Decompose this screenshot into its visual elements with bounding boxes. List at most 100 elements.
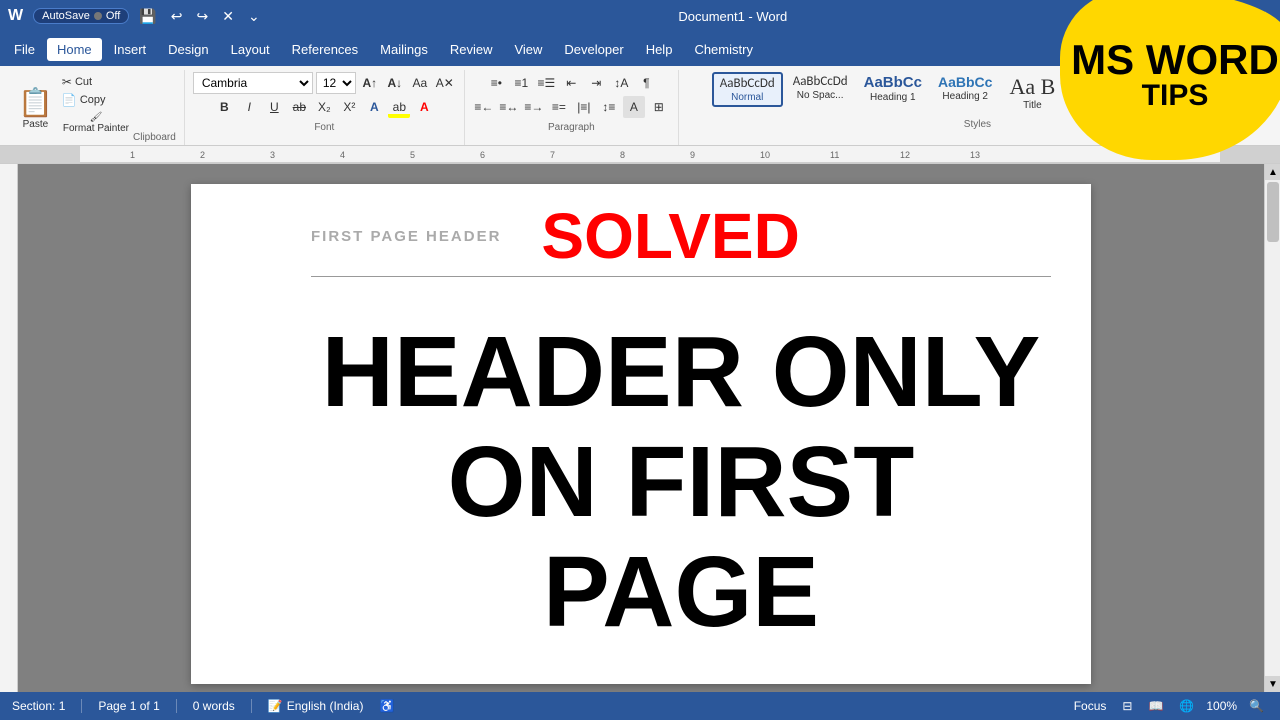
menu-layout[interactable]: Layout xyxy=(221,38,280,61)
read-view-button[interactable]: 📖 xyxy=(1144,697,1167,715)
close-x-icon[interactable]: ✕ xyxy=(218,6,238,27)
window-close-icon[interactable]: ✕ xyxy=(1252,6,1272,27)
search-input[interactable] xyxy=(1098,42,1248,57)
style-title[interactable]: Aa B Title xyxy=(1002,72,1062,113)
minimize-icon[interactable]: ─ xyxy=(1202,6,1220,26)
font-size-select[interactable]: 12 xyxy=(316,72,356,94)
align-center-button[interactable]: ≡↔ xyxy=(498,96,520,118)
style-subtle-em[interactable]: AaBbCcDd Subtle Em... xyxy=(1147,72,1223,103)
shrink-font-button[interactable]: A↓ xyxy=(384,72,406,94)
word-logo-icon: W xyxy=(8,7,23,25)
cut-label: Cut xyxy=(75,76,92,88)
menu-file[interactable]: File xyxy=(4,38,45,61)
autosave-badge[interactable]: AutoSave Off xyxy=(33,8,129,24)
svg-text:12: 12 xyxy=(900,150,910,160)
autosave-label: AutoSave xyxy=(42,10,90,22)
style-subtitle[interactable]: AaBbCcDd Subtitle xyxy=(1066,72,1142,103)
grow-font-button[interactable]: A↑ xyxy=(359,72,381,94)
multilevel-list-button[interactable]: ≡☰ xyxy=(535,72,557,94)
menu-view[interactable]: View xyxy=(504,38,552,61)
font-family-select[interactable]: Cambria xyxy=(193,72,313,94)
increase-indent-button[interactable]: ⇥ xyxy=(585,72,607,94)
page-label: Page 1 of 1 xyxy=(98,699,159,713)
scroll-down-button[interactable]: ▼ xyxy=(1265,676,1280,692)
strikethrough-button[interactable]: ab xyxy=(288,96,310,118)
document-area[interactable]: FIRST PAGE HEADER SOLVED HEADER ONLY ON … xyxy=(18,164,1264,692)
redo-icon[interactable]: ↪ xyxy=(192,6,212,27)
format-painter-button[interactable]: 🖌 Format Painter xyxy=(59,110,133,136)
decrease-indent-button[interactable]: ⇤ xyxy=(560,72,582,94)
scroll-track[interactable] xyxy=(1265,180,1280,676)
case-button[interactable]: Aa xyxy=(409,72,431,94)
style-subtitle-label: Subtitle xyxy=(1088,90,1121,101)
numbered-list-button[interactable]: ≡1 xyxy=(510,72,532,94)
highlight-button[interactable]: ab xyxy=(388,96,410,118)
menu-review[interactable]: Review xyxy=(440,38,503,61)
subscript-button[interactable]: X₂ xyxy=(313,96,335,118)
search-bar[interactable]: 🔍 xyxy=(1068,38,1268,60)
styles-items: AaBbCcDd Normal AaBbCcDd No Spac... AaBb… xyxy=(712,72,1243,117)
clipboard-group: 📋 Paste ✂ Cut 📄 Copy 🖌 Format Painter Cl… xyxy=(4,70,185,145)
align-right-button[interactable]: ≡→ xyxy=(523,96,545,118)
scroll-thumb[interactable] xyxy=(1267,182,1279,242)
underline-button[interactable]: U xyxy=(263,96,285,118)
para-row-1: ≡• ≡1 ≡☰ ⇤ ⇥ ↕A ¶ xyxy=(485,72,657,94)
doc-title: Document1 - Word xyxy=(678,9,787,24)
style-normal-preview: AaBbCcDd xyxy=(720,76,775,92)
section-label: Section: 1 xyxy=(12,699,65,713)
show-marks-button[interactable]: ¶ xyxy=(635,72,657,94)
copy-button[interactable]: 📄 Copy xyxy=(59,92,133,108)
align-left-button[interactable]: ≡← xyxy=(473,96,495,118)
svg-text:2: 2 xyxy=(200,150,205,160)
style-no-space[interactable]: AaBbCcDd No Spac... xyxy=(787,72,854,103)
undo-icon[interactable]: ↩ xyxy=(167,6,187,27)
restore-icon[interactable]: □ xyxy=(1228,6,1244,26)
superscript-button[interactable]: X² xyxy=(338,96,360,118)
line-spacing-button[interactable]: ↕≡ xyxy=(598,96,620,118)
zoom-button[interactable]: 🔍 xyxy=(1245,697,1268,715)
menu-references[interactable]: References xyxy=(282,38,368,61)
title-bar-left: W AutoSave Off 💾 ↩ ↪ ✕ ⌄ xyxy=(8,6,264,27)
styles-scroll-button[interactable]: ▲ ▼ ⊞ xyxy=(1227,72,1243,117)
font-color-button[interactable]: A xyxy=(413,96,435,118)
svg-text:5: 5 xyxy=(410,150,415,160)
font-row-1: Cambria 12 A↑ A↓ Aa A✕ xyxy=(193,72,456,94)
style-heading1[interactable]: AaBbCc Heading 1 xyxy=(858,72,928,105)
clear-format-button[interactable]: A✕ xyxy=(434,72,456,94)
menu-mailings[interactable]: Mailings xyxy=(370,38,438,61)
text-effect-button[interactable]: A xyxy=(363,96,385,118)
vertical-scrollbar[interactable]: ▲ ▼ xyxy=(1264,164,1280,692)
autosave-state: Off xyxy=(106,10,120,22)
status-sep-2 xyxy=(176,699,177,713)
menu-insert[interactable]: Insert xyxy=(104,38,157,61)
style-heading2[interactable]: AaBbCc Heading 2 xyxy=(932,72,998,104)
scroll-up-button[interactable]: ▲ xyxy=(1265,164,1280,180)
italic-button[interactable]: I xyxy=(238,96,260,118)
bold-button[interactable]: B xyxy=(213,96,235,118)
cut-button[interactable]: ✂ Cut xyxy=(59,74,133,90)
justify-button[interactable]: ≡= xyxy=(548,96,570,118)
web-view-button[interactable]: 🌐 xyxy=(1175,697,1198,715)
ruler-right-margin xyxy=(1220,146,1280,163)
style-normal[interactable]: AaBbCcDd Normal xyxy=(712,72,783,107)
menu-home[interactable]: Home xyxy=(47,38,102,61)
focus-button[interactable]: Focus xyxy=(1070,697,1111,715)
save-icon[interactable]: 💾 xyxy=(135,6,160,27)
customize-icon[interactable]: ⌄ xyxy=(244,6,264,27)
borders-button[interactable]: ⊞ xyxy=(648,96,670,118)
document-page[interactable]: FIRST PAGE HEADER SOLVED HEADER ONLY ON … xyxy=(191,184,1091,684)
bullets-button[interactable]: ≡• xyxy=(485,72,507,94)
columns-button[interactable]: |≡| xyxy=(573,96,595,118)
cut-icon: ✂ xyxy=(62,75,72,89)
shading-button[interactable]: A xyxy=(623,96,645,118)
menu-help[interactable]: Help xyxy=(636,38,683,61)
menu-design[interactable]: Design xyxy=(158,38,218,61)
paste-button[interactable]: 📋 Paste xyxy=(12,72,59,143)
style-normal-label: Normal xyxy=(731,92,763,103)
menu-chemistry[interactable]: Chemistry xyxy=(684,38,763,61)
svg-text:8: 8 xyxy=(620,150,625,160)
sort-button[interactable]: ↕A xyxy=(610,72,632,94)
font-group-label: Font xyxy=(314,122,334,133)
layout-view-button[interactable]: ⊟ xyxy=(1118,697,1136,715)
menu-developer[interactable]: Developer xyxy=(554,38,633,61)
